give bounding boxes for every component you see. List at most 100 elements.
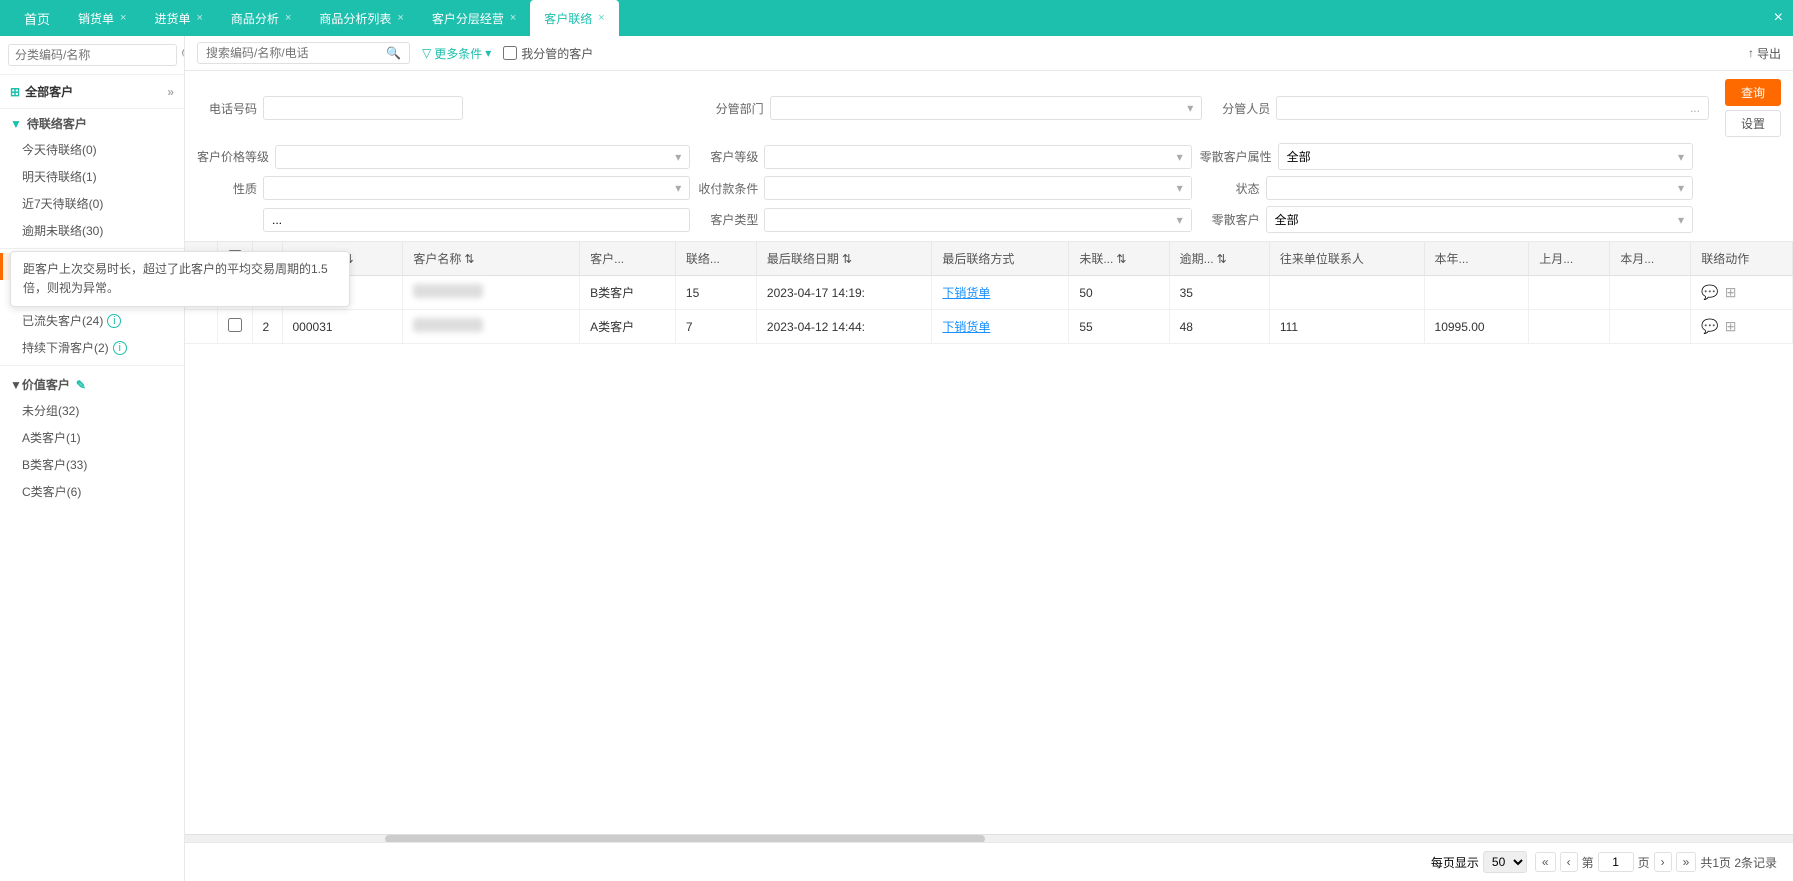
row2-checkbox [217, 310, 252, 344]
sparse-attr-label: 零散客户属性 [1200, 148, 1272, 165]
query-button[interactable]: 查询 [1725, 79, 1781, 106]
row2-contacts: 111 [1269, 310, 1424, 344]
row1-this-month [1610, 276, 1691, 310]
pending-group-label[interactable]: ▼ 待联络客户 [0, 109, 184, 136]
sort-date-icon[interactable]: ⇅ [842, 252, 852, 266]
dept-select[interactable]: ▾ [770, 96, 1203, 120]
my-customers-checkbox[interactable]: 我分管的客户 [503, 45, 593, 62]
settings-button[interactable]: 设置 [1725, 110, 1781, 137]
value-group-label[interactable]: ▼ 价值客户 ✎ [0, 370, 184, 397]
filter-cell-sparse-customer: 零散客户 全部 ▾ [1200, 206, 1693, 233]
customer-search-input[interactable] [206, 46, 386, 60]
row1-overdue: 35 [1169, 276, 1269, 310]
sidebar-item-tomorrow[interactable]: 明天待联络(1) [0, 163, 184, 190]
customer-search-icon[interactable]: 🔍 [386, 46, 401, 60]
row2-more-icon[interactable]: ⊞ [1725, 318, 1737, 335]
nav-purchase[interactable]: 进货单 × [140, 0, 216, 36]
row1-last-month [1529, 276, 1610, 310]
customer-level-select[interactable]: ▾ [764, 145, 1191, 169]
close-customer-tier-icon[interactable]: × [510, 12, 516, 24]
first-page-button[interactable]: « [1535, 852, 1556, 872]
per-page-select[interactable]: 50 [1483, 851, 1527, 873]
last-page-button[interactable]: » [1676, 852, 1697, 872]
nav-product-list[interactable]: 商品分析列表 × [305, 0, 417, 36]
manager-label: 分管人员 [1210, 100, 1270, 117]
status-select[interactable]: ▾ [1266, 176, 1693, 200]
price-level-select[interactable]: ▾ [275, 145, 690, 169]
nav-customer-tier[interactable]: 客户分层经营 × [418, 0, 530, 36]
sidebar-item-a-class[interactable]: A类客户(1) [0, 424, 184, 451]
row1-more-icon[interactable]: ⊞ [1725, 284, 1737, 301]
col-overdue: 逾期... ⇅ [1169, 242, 1269, 276]
prev-page-button[interactable]: ‹ [1560, 852, 1578, 872]
close-product-list-icon[interactable]: × [397, 12, 403, 24]
col-name: 客户名称 ⇅ [403, 242, 580, 276]
row1-last-contact-way[interactable]: 下销货单 [932, 276, 1069, 310]
col-this-month: 本月... [1610, 242, 1691, 276]
manager-dots: ... [1690, 101, 1700, 115]
row1-action: 💬 ⊞ [1691, 276, 1793, 310]
sparse-customer-select[interactable]: 全部 ▾ [1266, 206, 1693, 233]
sidebar-item-b-class[interactable]: B类客户(33) [0, 451, 184, 478]
price-level-label: 客户价格等级 [197, 148, 269, 165]
col-contacts: 往来单位联系人 [1269, 242, 1424, 276]
export-button[interactable]: ↑ 导出 [1748, 45, 1781, 62]
close-customer-contact-icon[interactable]: × [598, 12, 604, 24]
extra-dots[interactable]: ... [263, 208, 690, 232]
phone-input[interactable] [263, 96, 463, 120]
value-group-edit-icon[interactable]: ✎ [76, 378, 86, 392]
declining-info-icon[interactable]: i [113, 341, 127, 355]
nav-sales[interactable]: 销货单 × [64, 0, 140, 36]
customer-type-label: 客户类型 [698, 211, 758, 228]
close-sales-icon[interactable]: × [120, 12, 126, 24]
nature-select[interactable]: ▾ [263, 176, 690, 200]
col-type: 客户... [580, 242, 676, 276]
sidebar-item-7days[interactable]: 近7天待联络(0) [0, 190, 184, 217]
close-all-tabs-button[interactable]: × [1774, 9, 1783, 27]
table-header-row: ⚙ 客户编码 ⇅ [185, 242, 1793, 276]
sidebar-item-today[interactable]: 今天待联络(0) [0, 136, 184, 163]
nav-home[interactable]: 首页 [10, 0, 64, 36]
close-purchase-icon[interactable]: × [196, 12, 202, 24]
collapse-sidebar-button[interactable]: » [167, 85, 174, 99]
next-page-button[interactable]: › [1654, 852, 1672, 872]
nav-product-analysis[interactable]: 商品分析 × [217, 0, 305, 36]
sidebar-item-unclassified[interactable]: 未分组(32) [0, 397, 184, 424]
more-conditions-button[interactable]: ▽ 更多条件 ▾ [422, 45, 491, 62]
row2-last-month [1529, 310, 1610, 344]
row2-last-contact-way[interactable]: 下销货单 [932, 310, 1069, 344]
sparse-attr-select[interactable]: 全部 ▾ [1278, 143, 1693, 170]
pagination-bar: 每页显示 50 « ‹ 第 页 › » 共1页 2条记录 [185, 842, 1793, 881]
all-customers-header: ⊞ 全部客户 » [0, 75, 184, 109]
sidebar-item-declining[interactable]: 持续下滑客户(2) i [0, 334, 184, 361]
my-customers-check[interactable] [503, 46, 517, 60]
row2-chat-icon[interactable]: 💬 [1701, 318, 1718, 335]
nav-customer-contact[interactable]: 客户联络 × [530, 0, 618, 36]
sidebar-search-input[interactable] [8, 44, 177, 66]
sidebar-item-overdue[interactable]: 逾期未联络(30) [0, 217, 184, 244]
row2-this-year: 10995.00 [1424, 310, 1529, 344]
nature-arrow-icon: ▾ [675, 181, 681, 195]
payment-select[interactable]: ▾ [764, 176, 1191, 200]
sidebar-item-c-class[interactable]: C类客户(6) [0, 478, 184, 505]
sidebar-item-lost[interactable]: 已流失客户(24) i [0, 307, 184, 334]
manager-select[interactable]: ... [1276, 96, 1709, 120]
sort-overdue-icon[interactable]: ⇅ [1217, 252, 1227, 266]
row1-type: B类客户 [580, 276, 676, 310]
row2-unread: 55 [1069, 310, 1169, 344]
row1-unread: 50 [1069, 276, 1169, 310]
page-number-input[interactable] [1598, 852, 1634, 872]
row2-select-checkbox[interactable] [228, 318, 242, 332]
filter-row-4: ... 客户类型 ▾ 零散客户 全部 ▾ [197, 206, 1781, 233]
customer-type-select[interactable]: ▾ [764, 208, 1191, 232]
phone-label: 电话号码 [197, 100, 257, 117]
filter-cell-dept: 分管部门 ▾ [704, 96, 1203, 120]
row2-contact: 7 [675, 310, 756, 344]
filter-cell-price-level: 客户价格等级 ▾ [197, 145, 690, 169]
lost-info-icon[interactable]: i [107, 314, 121, 328]
close-product-analysis-icon[interactable]: × [285, 12, 291, 24]
sort-name-icon[interactable]: ⇅ [464, 252, 474, 266]
sort-unread-icon[interactable]: ⇅ [1116, 252, 1126, 266]
horizontal-scrollbar[interactable] [185, 834, 1793, 842]
row1-chat-icon[interactable]: 💬 [1701, 284, 1718, 301]
